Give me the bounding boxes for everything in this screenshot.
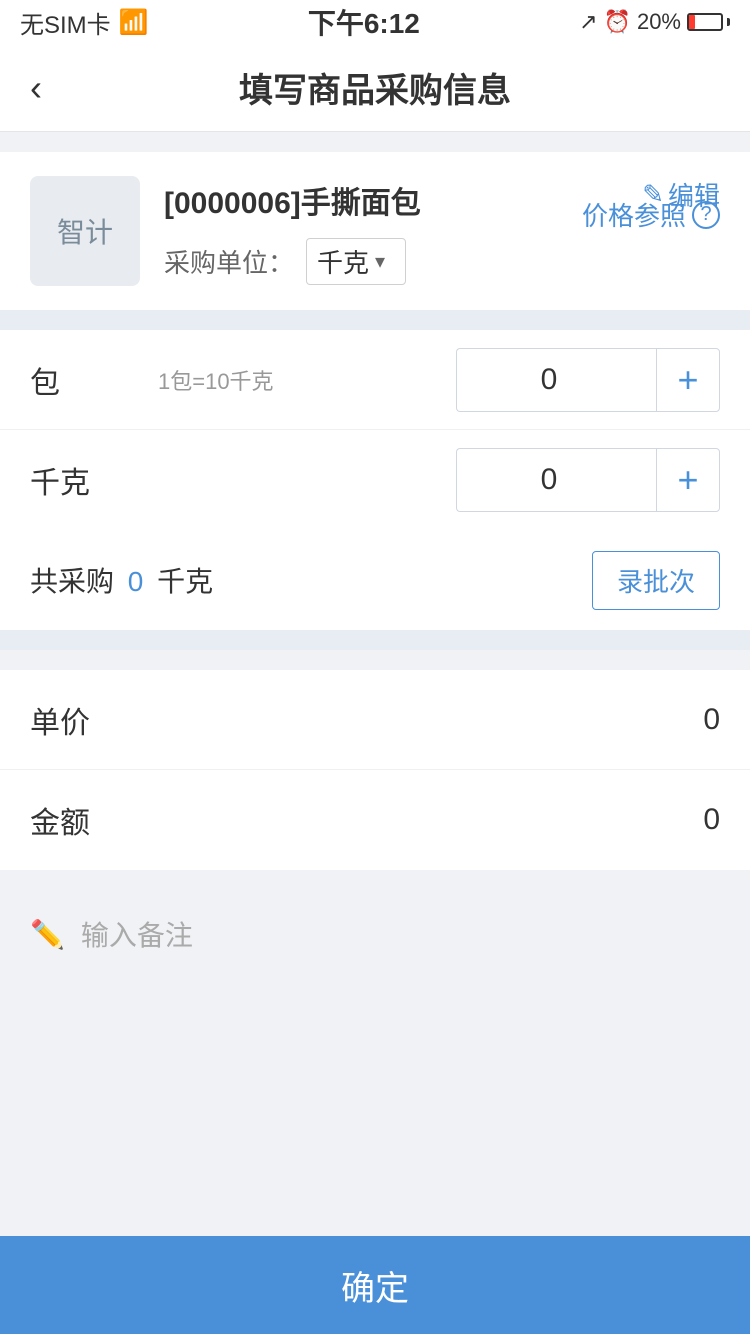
bag-input-row: 包 1包=10千克 + (0, 330, 750, 430)
help-icon: ? (692, 201, 720, 229)
amount-row: 金额 0 (0, 770, 750, 870)
battery-indicator (687, 13, 730, 31)
bag-input-right: + (456, 348, 720, 412)
status-right: ↗ ⏰ 20% (579, 9, 730, 35)
amount-value: 0 (703, 803, 720, 837)
summary-count: 0 (128, 566, 144, 597)
nav-bar: ‹ 填写商品采购信息 (0, 44, 750, 132)
summary-prefix: 共采购 (30, 566, 114, 597)
summary-unit: 千克 (157, 566, 213, 597)
product-image: 智计 (30, 176, 140, 286)
bag-quantity-input[interactable] (456, 348, 656, 412)
dropdown-arrow-icon: ▾ (375, 249, 385, 274)
status-bar: 无SIM卡 📶 下午6:12 ↗ ⏰ 20% (0, 0, 750, 44)
unit-price-row: 单价 0 (0, 670, 750, 770)
amount-label: 金额 (30, 798, 90, 842)
unit-price-label: 单价 (30, 698, 90, 742)
section-divider-1 (0, 310, 750, 330)
unit-value: 千克 (317, 243, 369, 280)
unit-select[interactable]: 千克 ▾ (306, 238, 406, 285)
status-time: 下午6:12 (308, 2, 420, 42)
kg-plus-button[interactable]: + (656, 448, 720, 512)
product-logo: 智计 (57, 211, 113, 251)
product-card: 智计 [0000006]手撕面包 采购单位： 千克 ▾ ✎ 编辑 价格参照 ? (0, 152, 750, 310)
location-icon: ↗ (579, 9, 597, 35)
pencil-icon: ✏️ (30, 918, 65, 951)
remark-placeholder: 输入备注 (81, 914, 193, 954)
price-section: 单价 0 金额 0 (0, 670, 750, 870)
kg-quantity-input[interactable] (456, 448, 656, 512)
bottom-space (0, 978, 750, 1278)
unit-price-value: 0 (703, 703, 720, 737)
carrier-text: 无SIM卡 (20, 5, 111, 40)
record-batch-button[interactable]: 录批次 (592, 551, 720, 610)
price-ref-button[interactable]: 价格参照 ? (582, 196, 720, 233)
section-divider-2 (0, 630, 750, 650)
bag-label: 包 (30, 358, 150, 402)
confirm-button[interactable]: 确定 (0, 1236, 750, 1334)
wifi-icon: 📶 (119, 8, 149, 37)
back-button[interactable]: ‹ (30, 67, 42, 109)
status-left: 无SIM卡 📶 (20, 5, 149, 40)
alarm-icon: ⏰ (604, 9, 631, 35)
unit-label: 采购单位： (164, 243, 294, 280)
summary-text: 共采购 0 千克 (30, 560, 213, 600)
kg-input-right: + (456, 448, 720, 512)
input-section: 包 1包=10千克 + 千克 + (0, 330, 750, 530)
kg-label: 千克 (30, 458, 150, 502)
page-title: 填写商品采购信息 (239, 63, 511, 112)
summary-row: 共采购 0 千克 录批次 (0, 530, 750, 630)
product-unit-row: 采购单位： 千克 ▾ (164, 238, 720, 285)
remark-section[interactable]: ✏️ 输入备注 (0, 890, 750, 978)
bag-plus-button[interactable]: + (656, 348, 720, 412)
price-ref-label: 价格参照 (582, 196, 686, 233)
kg-input-row: 千克 + (0, 430, 750, 530)
bag-sub-label: 1包=10千克 (158, 364, 274, 396)
battery-percent: 20% (637, 9, 681, 35)
